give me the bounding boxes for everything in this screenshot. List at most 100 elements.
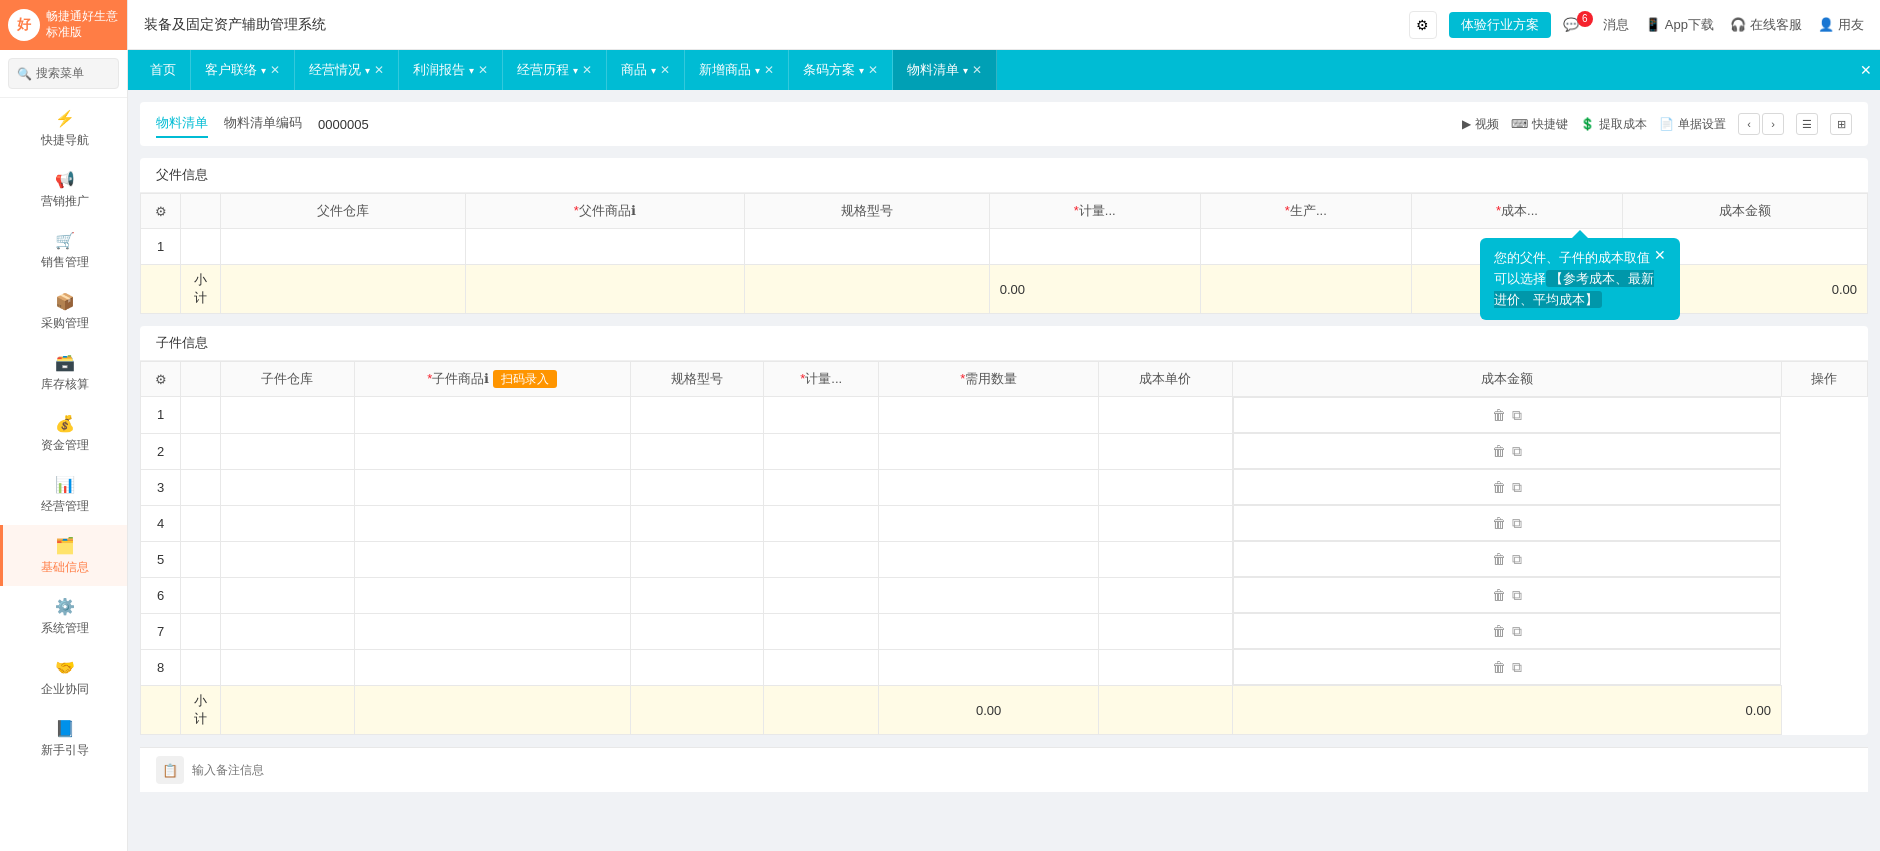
- delete-icon-8[interactable]: 🗑: [1492, 659, 1506, 675]
- delete-icon-7[interactable]: 🗑: [1492, 623, 1506, 639]
- nav-tab-customer-label: 客户联络: [205, 61, 257, 79]
- nav-tab-profit-label: 利润报告: [413, 61, 465, 79]
- sub-tab-bom-list[interactable]: 物料清单: [156, 110, 208, 138]
- close-icon[interactable]: ✕: [270, 63, 280, 77]
- parent-row-1-col5[interactable]: [989, 229, 1200, 265]
- tooltip-close-button[interactable]: ✕: [1654, 248, 1666, 262]
- copy-icon-5[interactable]: ⧉: [1512, 551, 1522, 568]
- topbar-actions: 💬 6 消息 📱 App下载 🎧 在线客服 👤 用友: [1563, 16, 1864, 34]
- search-menu-label: 搜索菜单: [36, 65, 84, 82]
- expand-button[interactable]: ⊞: [1830, 113, 1852, 135]
- child-col-unit-cost: 成本单价: [1099, 362, 1233, 397]
- close-icon-8[interactable]: ✕: [972, 63, 982, 77]
- close-all-tabs[interactable]: ✕: [1860, 62, 1872, 78]
- gear-button[interactable]: ⚙: [1409, 11, 1437, 39]
- delete-icon-1[interactable]: 🗑: [1492, 407, 1506, 423]
- sidebar-item-basic-info[interactable]: 🗂️ 基础信息: [0, 525, 127, 586]
- sidebar-item-quick-nav[interactable]: ⚡ 快捷导航: [0, 98, 127, 159]
- sidebar: 好 畅捷通好生意 标准版 🔍 搜索菜单 ⚡ 快捷导航 📢 营销推广 🛒 销售管理…: [0, 0, 128, 851]
- sidebar-item-guide[interactable]: 📘 新手引导: [0, 708, 127, 769]
- delete-icon-2[interactable]: 🗑: [1492, 443, 1506, 459]
- prev-arrow[interactable]: ‹: [1738, 113, 1760, 135]
- child-subtotal-c6: [1099, 686, 1233, 735]
- parent-col-measure: *计量...: [989, 194, 1200, 229]
- single-settings-button[interactable]: 📄 单据设置: [1659, 116, 1726, 133]
- parent-row-1-col6[interactable]: [1200, 229, 1411, 265]
- parent-row-1-col2[interactable]: [221, 229, 466, 265]
- search-menu-button[interactable]: 🔍 搜索菜单: [8, 58, 119, 89]
- delete-icon-4[interactable]: 🗑: [1492, 515, 1506, 531]
- nav-tab-new-goods[interactable]: 新增商品 ▾ ✕: [685, 50, 789, 90]
- nav-tab-operations[interactable]: 经营情况 ▾ ✕: [295, 50, 399, 90]
- parent-col-goods: *父件商品ℹ: [465, 194, 744, 229]
- child-subtotal-c1: [221, 686, 355, 735]
- close-icon-2[interactable]: ✕: [374, 63, 384, 77]
- app-download-label: App下载: [1665, 16, 1714, 34]
- child-col-settings[interactable]: ⚙: [141, 362, 181, 397]
- parent-row-1-col1[interactable]: [181, 229, 221, 265]
- next-arrow[interactable]: ›: [1762, 113, 1784, 135]
- page-content: 物料清单 物料清单编码 0000005 ▶ 视频 ⌨ 快捷键 💲 提取成本 📄: [128, 90, 1880, 851]
- logo-icon: 好: [8, 9, 40, 41]
- copy-icon-7[interactable]: ⧉: [1512, 623, 1522, 640]
- sidebar-item-marketing-label: 营销推广: [41, 193, 89, 210]
- get-cost-label: 提取成本: [1599, 116, 1647, 133]
- video-button[interactable]: ▶ 视频: [1462, 116, 1499, 133]
- user-menu[interactable]: 👤 用友: [1818, 16, 1864, 34]
- copy-icon-1[interactable]: ⧉: [1512, 407, 1522, 424]
- nav-tab-bom[interactable]: 物料清单 ▾ ✕: [893, 50, 997, 90]
- child-col-num: [181, 362, 221, 397]
- copy-icon-6[interactable]: ⧉: [1512, 587, 1522, 604]
- copy-icon-8[interactable]: ⧉: [1512, 659, 1522, 676]
- nav-tab-profit[interactable]: 利润报告 ▾ ✕: [399, 50, 503, 90]
- message-button[interactable]: 💬 6 消息: [1563, 16, 1629, 34]
- nav-tab-barcode[interactable]: 条码方案 ▾ ✕: [789, 50, 893, 90]
- app-download-button[interactable]: 📱 App下载: [1645, 16, 1714, 34]
- sidebar-item-purchase[interactable]: 📦 采购管理: [0, 281, 127, 342]
- sub-tab-bom-code[interactable]: 物料清单编码: [224, 110, 302, 138]
- close-icon-7[interactable]: ✕: [868, 63, 878, 77]
- trial-button[interactable]: 体验行业方案: [1449, 12, 1551, 38]
- keyboard-icon: ⌨: [1511, 117, 1528, 131]
- online-service-button[interactable]: 🎧 在线客服: [1730, 16, 1802, 34]
- parent-col-warehouse: 父件仓库: [221, 194, 466, 229]
- remark-input[interactable]: [192, 763, 1852, 777]
- logo-app-name: 畅捷通好生意: [46, 9, 118, 25]
- nav-tab-home[interactable]: 首页: [136, 50, 191, 90]
- copy-icon-2[interactable]: ⧉: [1512, 443, 1522, 460]
- copy-icon-4[interactable]: ⧉: [1512, 515, 1522, 532]
- delete-icon-6[interactable]: 🗑: [1492, 587, 1506, 603]
- nav-tab-goods[interactable]: 商品 ▾ ✕: [607, 50, 685, 90]
- child-subtotal-c2: [354, 686, 630, 735]
- parent-row-1-col4[interactable]: [744, 229, 989, 265]
- parent-row-1-col3[interactable]: [465, 229, 744, 265]
- copy-icon-3[interactable]: ⧉: [1512, 479, 1522, 496]
- download-icon: 📱: [1645, 17, 1661, 32]
- shortcut-button[interactable]: ⌨ 快捷键: [1511, 116, 1568, 133]
- sidebar-item-finance[interactable]: 💰 资金管理: [0, 403, 127, 464]
- close-icon-6[interactable]: ✕: [764, 63, 774, 77]
- sidebar-item-operations[interactable]: 📊 经营管理: [0, 464, 127, 525]
- close-icon-4[interactable]: ✕: [582, 63, 592, 77]
- nav-tab-customer[interactable]: 客户联络 ▾ ✕: [191, 50, 295, 90]
- sidebar-item-system[interactable]: ⚙️ 系统管理: [0, 586, 127, 647]
- delete-icon-3[interactable]: 🗑: [1492, 479, 1506, 495]
- close-icon-5[interactable]: ✕: [660, 63, 670, 77]
- sidebar-item-sales[interactable]: 🛒 销售管理: [0, 220, 127, 281]
- sidebar-search-container: 🔍 搜索菜单: [0, 50, 127, 98]
- get-cost-button[interactable]: 💲 提取成本: [1580, 116, 1647, 133]
- child-subtotal-c4: [764, 686, 879, 735]
- close-icon-3[interactable]: ✕: [478, 63, 488, 77]
- nav-tabs: 首页 客户联络 ▾ ✕ 经营情况 ▾ ✕ 利润报告 ▾ ✕ 经营历程 ▾ ✕ 商…: [128, 50, 1880, 90]
- nav-tab-history[interactable]: 经营历程 ▾ ✕: [503, 50, 607, 90]
- sidebar-item-inventory[interactable]: 🗃️ 库存核算: [0, 342, 127, 403]
- sidebar-item-marketing[interactable]: 📢 营销推广: [0, 159, 127, 220]
- parent-col-settings[interactable]: ⚙: [141, 194, 181, 229]
- nav-tab-goods-label: 商品: [621, 61, 647, 79]
- parent-col-cost-amount: 成本金额: [1622, 194, 1867, 229]
- sidebar-item-enterprise[interactable]: 🤝 企业协同: [0, 647, 127, 708]
- list-view-button[interactable]: ☰: [1796, 113, 1818, 135]
- parent-subtotal-c5: [1200, 265, 1411, 314]
- delete-icon-5[interactable]: 🗑: [1492, 551, 1506, 567]
- scan-input-button[interactable]: 扫码录入: [493, 370, 557, 388]
